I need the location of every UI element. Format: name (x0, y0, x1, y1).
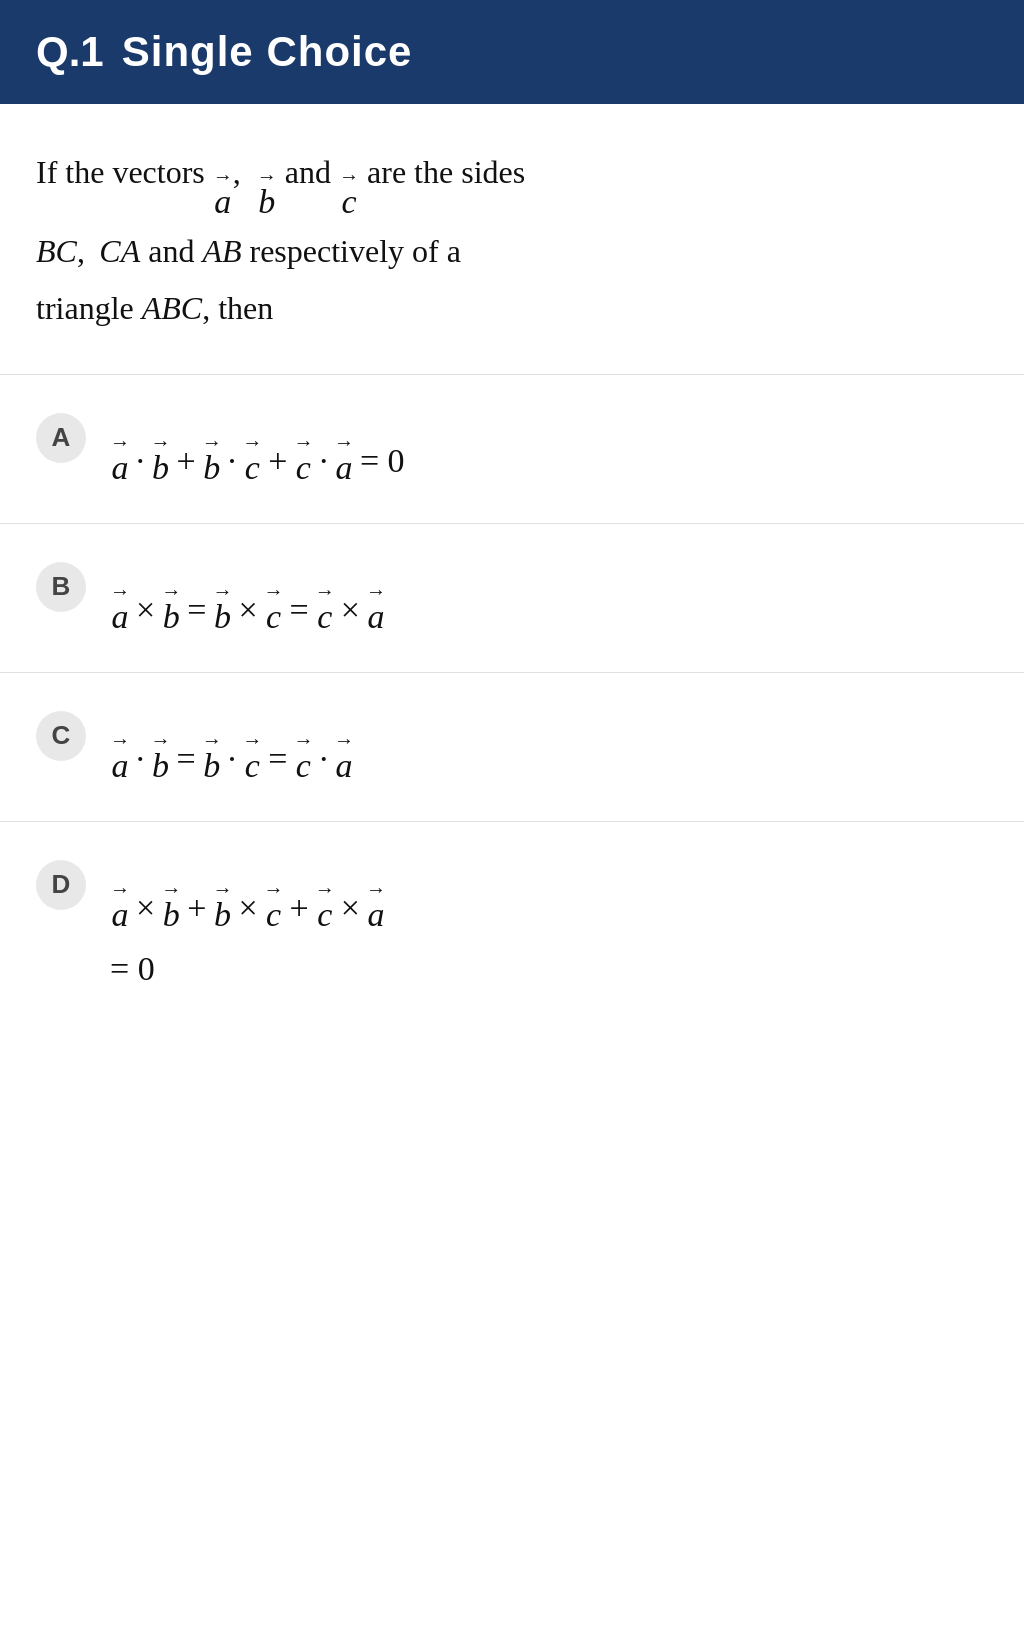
option-b-badge: B (36, 562, 86, 612)
letter-a: a (214, 182, 231, 223)
option-a-expression: → a · → b + → b · → c + (110, 430, 405, 491)
option-d-equals-zero: = 0 (110, 950, 155, 987)
option-c-content: → a · → b = → b · → c = (110, 705, 988, 789)
vec-a2: → a (334, 432, 354, 489)
question-body: If the vectors → a , → b and → c are the… (0, 104, 1024, 375)
question-header: Q.1 Single Choice (0, 0, 1024, 104)
letter-b: b (258, 182, 275, 223)
question-number: Q.1 (36, 28, 104, 76)
option-c-expression: → a · → b = → b · → c = (110, 728, 354, 789)
option-a-container[interactable]: A → a · → b + → b · → (0, 375, 1024, 524)
option-b-content: → a × → b = → b × → c = (110, 556, 988, 640)
option-d-content: → a × → b + → b × → c + (110, 854, 988, 999)
option-c-container[interactable]: C → a · → b = → b · → (0, 673, 1024, 822)
vec-c: → c (242, 432, 262, 489)
option-c-badge: C (36, 711, 86, 761)
vec-c2: → c (293, 432, 313, 489)
vector-b-question: → b (257, 166, 277, 223)
option-d-expression: → a × → b + → b × → c + (110, 877, 386, 938)
question-type: Single Choice (122, 28, 413, 76)
page-container: Q.1 Single Choice If the vectors → a , →… (0, 0, 1024, 1646)
vector-a-question: → a (213, 166, 233, 223)
option-d-badge: D (36, 860, 86, 910)
option-b-expression: → a × → b = → b × → c = (110, 579, 386, 640)
letter-c: c (341, 182, 356, 223)
option-b-container[interactable]: B → a × → b = → b × → (0, 524, 1024, 673)
option-d-container[interactable]: D → a × → b + → b × → (0, 822, 1024, 1031)
vec-b2: → b (202, 432, 222, 489)
vec-a: → a (110, 432, 130, 489)
vector-c-question: → c (339, 166, 359, 223)
vec-b: → b (151, 432, 171, 489)
question-text: If the vectors → a , → b and → c are the… (36, 144, 988, 338)
option-a-content: → a · → b + → b · → c + (110, 407, 988, 491)
option-a-badge: A (36, 413, 86, 463)
